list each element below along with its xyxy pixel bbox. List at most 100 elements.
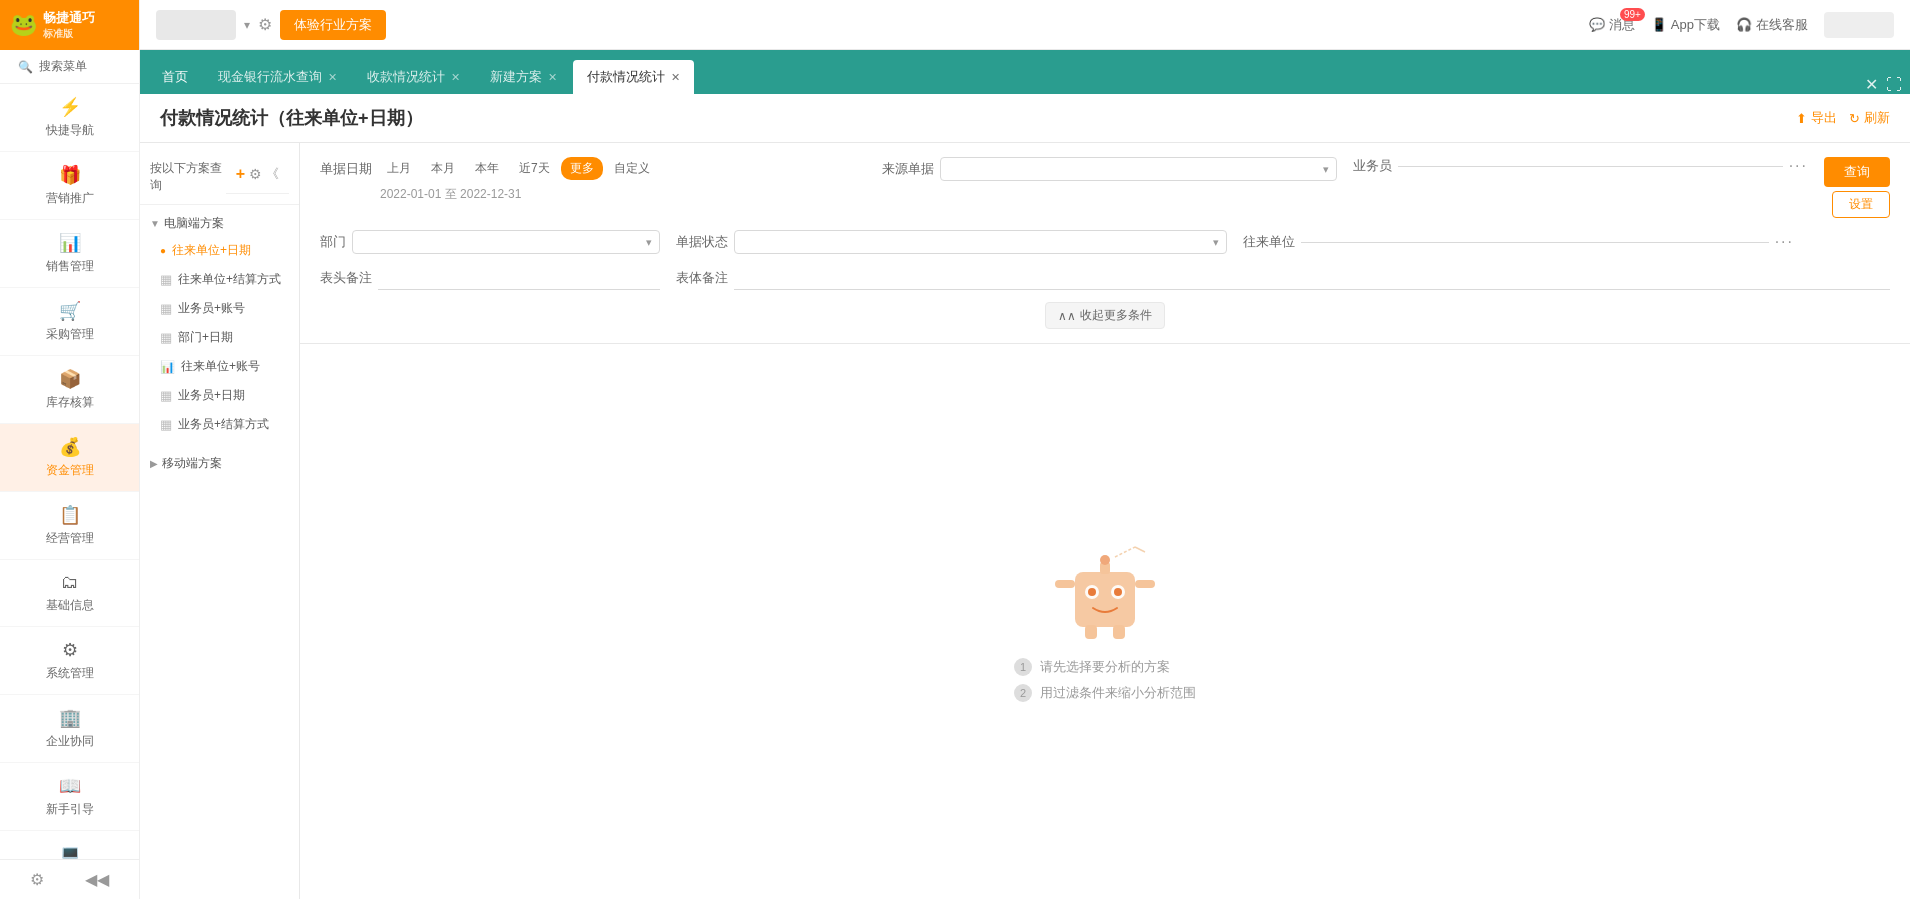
messages-btn[interactable]: 💬 消息 99+	[1589, 16, 1635, 34]
voucher-status-select[interactable]	[734, 230, 1227, 254]
date-opt-custom[interactable]: 自定义	[605, 157, 659, 180]
collapse-chevron-icon: ∧∧	[1058, 309, 1076, 323]
source-select[interactable]	[940, 157, 1337, 181]
logo-icon: 🐸	[10, 12, 37, 38]
search-menu-item[interactable]: 🔍 搜索菜单	[0, 50, 139, 84]
app-download-btn[interactable]: 📱 App下载	[1651, 16, 1720, 34]
filter-row-3: 表头备注 表体备注	[320, 266, 1890, 290]
date-range-display: 2022-01-01 至 2022-12-31	[320, 186, 866, 203]
salesman-more-btn[interactable]: ···	[1789, 157, 1808, 175]
partner-more-btn[interactable]: ···	[1775, 233, 1794, 251]
sidebar-item-purchase[interactable]: 🛒 采购管理	[0, 288, 139, 356]
svg-rect-8	[1135, 580, 1155, 588]
sidebar-nav: ⚡ 快捷导航 🎁 营销推广 📊 销售管理 🛒 采购管理 📦 库存核算 💰 资金管…	[0, 84, 139, 859]
empty-svg	[1045, 542, 1165, 642]
scheme-item-salesman-settle[interactable]: ▦ 业务员+结算方式	[140, 410, 299, 439]
main-area: ▾ ⚙ 体验行业方案 💬 消息 99+ 📱 App下载 🎧 在线客服 首页	[140, 0, 1910, 899]
sidebar-item-operations[interactable]: 📋 经营管理	[0, 492, 139, 560]
message-icon: 💬	[1589, 17, 1605, 32]
app-name: 畅捷通巧	[43, 9, 95, 27]
partner-section: 往来单位 ···	[1243, 233, 1794, 251]
date-opt-7days[interactable]: 近7天	[510, 157, 559, 180]
scheme-item-partner-settle[interactable]: ▦ 往来单位+结算方式	[140, 265, 299, 294]
company-dropdown-arrow[interactable]: ▾	[244, 18, 250, 32]
date-opt-this-month[interactable]: 本月	[422, 157, 464, 180]
sidebar-item-smart-hw[interactable]: 💻 智能硬件	[0, 831, 139, 859]
hint-num-1: 1	[1014, 658, 1032, 676]
sidebar-item-capital[interactable]: 💰 资金管理	[0, 424, 139, 492]
sidebar-item-enterprise[interactable]: 🏢 企业协同	[0, 695, 139, 763]
scheme-item-partner-account[interactable]: 📊 往来单位+账号	[140, 352, 299, 381]
header-note-input[interactable]	[378, 266, 660, 290]
sidebar-item-basic-info[interactable]: 🗂 基础信息	[0, 560, 139, 627]
date-opt-this-year[interactable]: 本年	[466, 157, 508, 180]
app-download-label: App下载	[1671, 16, 1720, 34]
scheme-group-desktop-header[interactable]: ▼ 电脑端方案	[140, 211, 299, 236]
collapse-more-btn[interactable]: ∧∧ 收起更多条件	[1045, 302, 1165, 329]
trial-btn[interactable]: 体验行业方案	[280, 10, 386, 40]
empty-hint-2: 2 用过滤条件来缩小分析范围	[1014, 684, 1196, 702]
scheme-panel: 按以下方案查询 + ⚙ 《 ▼ 电脑端方案 ● 往来单位+日期	[140, 143, 300, 899]
tab-new-scheme[interactable]: 新建方案 ✕	[476, 60, 571, 94]
online-service-btn[interactable]: 🎧 在线客服	[1736, 16, 1808, 34]
tab-receipt-stats[interactable]: 收款情况统计 ✕	[353, 60, 474, 94]
filter-action-btns: 查询 设置	[1824, 157, 1890, 218]
topbar-right: 💬 消息 99+ 📱 App下载 🎧 在线客服	[1589, 12, 1894, 38]
body-note-input[interactable]	[734, 266, 1890, 290]
filter-settings-btn[interactable]: 设置	[1832, 191, 1890, 218]
dept-select[interactable]	[352, 230, 660, 254]
tab-new-scheme-close[interactable]: ✕	[548, 71, 557, 84]
svg-point-3	[1088, 588, 1096, 596]
tab-cash-bank[interactable]: 现金银行流水查询 ✕	[204, 60, 351, 94]
sidebar-item-sys-admin[interactable]: ⚙ 系统管理	[0, 627, 139, 695]
tab-home[interactable]: 首页	[148, 60, 202, 94]
tab-payment-stats[interactable]: 付款情况统计 ✕	[573, 60, 694, 94]
scheme-item-dept-date[interactable]: ▦ 部门+日期	[140, 323, 299, 352]
filter-row-1: 单据日期 上月 本月 本年 近7天 更多 自定义 2022-01-01 至 20…	[320, 157, 1890, 218]
tab-receipt-close[interactable]: ✕	[451, 71, 460, 84]
sidebar-item-guide[interactable]: 📖 新手引导	[0, 763, 139, 831]
export-btn[interactable]: ⬆ 导出	[1796, 109, 1837, 127]
sidebar-item-inventory[interactable]: 📦 库存核算	[0, 356, 139, 424]
tab-cash-bank-close[interactable]: ✕	[328, 71, 337, 84]
footer-settings-icon[interactable]: ⚙	[30, 870, 44, 889]
query-btn[interactable]: 查询	[1824, 157, 1890, 187]
scheme-settings-icon[interactable]: ⚙	[249, 166, 262, 182]
scheme-group-mobile-header[interactable]: ▶ 移动端方案	[140, 451, 299, 476]
settings-icon[interactable]: ⚙	[258, 15, 272, 34]
desktop-group-arrow: ▼	[150, 218, 160, 229]
date-opt-more[interactable]: 更多	[561, 157, 603, 180]
tab-close-all-icon[interactable]: ✕	[1865, 75, 1878, 94]
empty-hints: 1 请先选择要分析的方案 2 用过滤条件来缩小分析范围	[1014, 658, 1196, 702]
date-opt-last-month[interactable]: 上月	[378, 157, 420, 180]
scheme-item-partner-date[interactable]: ● 往来单位+日期	[140, 236, 299, 265]
page-header: 付款情况统计（往来单位+日期） ⬆ 导出 ↻ 刷新	[140, 94, 1910, 143]
svg-rect-7	[1055, 580, 1075, 588]
tab-maximize-icon[interactable]: ⛶	[1886, 76, 1902, 94]
inventory-label: 库存核算	[46, 394, 94, 411]
export-icon: ⬆	[1796, 111, 1807, 126]
scheme-item-salesman-date[interactable]: ▦ 业务员+日期	[140, 381, 299, 410]
sidebar-item-marketing[interactable]: 🎁 营销推广	[0, 152, 139, 220]
scheme-item-partner-settle-label: 往来单位+结算方式	[178, 271, 281, 288]
tab-home-label: 首页	[162, 68, 188, 86]
sidebar-item-quick-nav[interactable]: ⚡ 快捷导航	[0, 84, 139, 152]
footer-collapse-icon[interactable]: ◀◀	[85, 870, 109, 889]
user-avatar[interactable]	[1824, 12, 1894, 38]
quick-nav-icon: ⚡	[59, 96, 81, 118]
sidebar-item-sales[interactable]: 📊 销售管理	[0, 220, 139, 288]
source-label: 来源单据	[882, 160, 934, 178]
capital-icon: 💰	[59, 436, 81, 458]
refresh-btn[interactable]: ↻ 刷新	[1849, 109, 1890, 127]
empty-hint-1: 1 请先选择要分析的方案	[1014, 658, 1196, 676]
scheme-item-salesman-account[interactable]: ▦ 业务员+账号	[140, 294, 299, 323]
scheme-item-icon-2: ▦	[160, 301, 172, 316]
scheme-item-active-icon: ●	[160, 245, 166, 256]
scheme-item-icon-4: 📊	[160, 360, 175, 374]
scheme-collapse-icon[interactable]: 《	[266, 165, 279, 183]
filter-panel: 单据日期 上月 本月 本年 近7天 更多 自定义 2022-01-01 至 20…	[300, 143, 1910, 344]
add-scheme-btn[interactable]: +	[236, 165, 245, 183]
company-avatar	[156, 10, 236, 40]
source-voucher-section: 来源单据	[882, 157, 1337, 181]
tab-payment-close[interactable]: ✕	[671, 71, 680, 84]
